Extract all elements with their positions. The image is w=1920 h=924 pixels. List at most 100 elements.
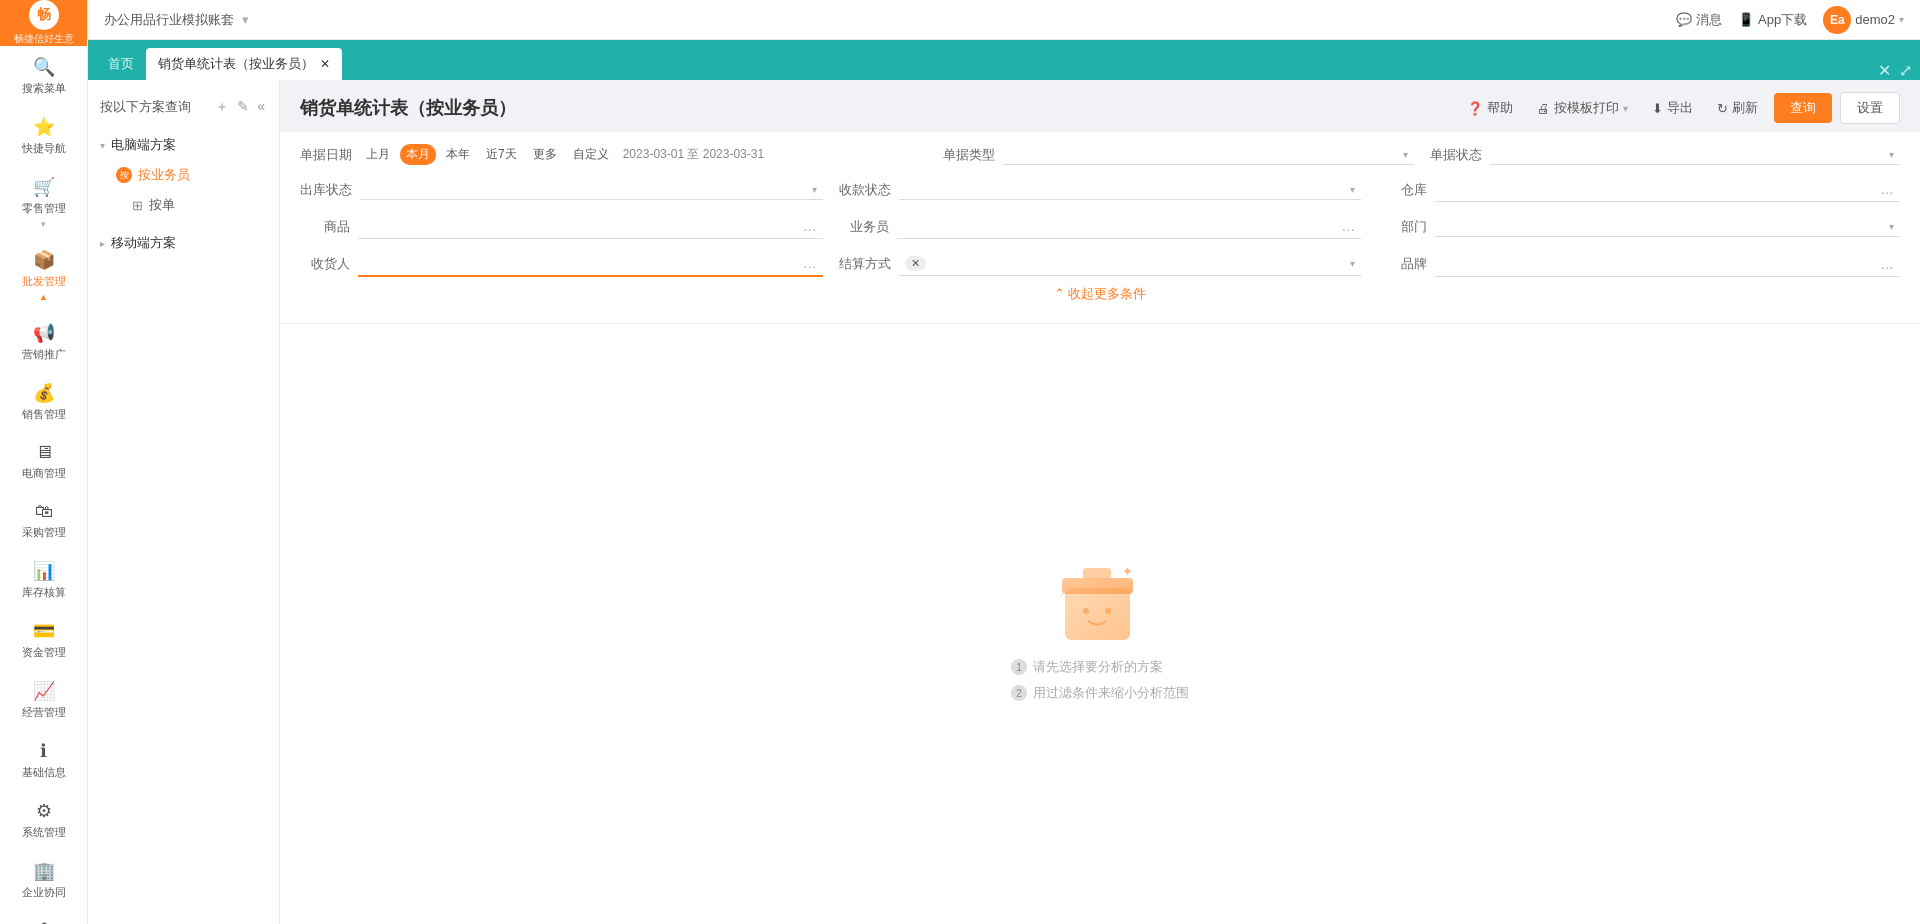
filter-row-3: 商品 … 业务员 … 部门 <box>300 214 1900 239</box>
app-download-button[interactable]: 📱 App下载 <box>1738 11 1807 29</box>
doc-status-select[interactable]: ▾ <box>1490 145 1900 165</box>
sidebar-item-ecommerce[interactable]: 🖥 电商管理 <box>0 432 88 491</box>
empty-hints: 1 请先选择要分析的方案 2 用过滤条件来缩小分析范围 <box>1011 658 1189 702</box>
filter-doc-status: 单据状态 ▾ <box>1430 145 1900 165</box>
sales-icon: 💰 <box>33 382 55 404</box>
query-button[interactable]: 查询 <box>1774 93 1832 123</box>
print-icon: 🖨 <box>1537 101 1550 116</box>
collapse-filters-button[interactable]: ⌃ 收起更多条件 <box>300 277 1900 311</box>
tab-close-icon[interactable]: ✕ <box>320 57 330 71</box>
user-profile[interactable]: Ea demo2 ▾ <box>1823 6 1904 34</box>
left-panel: 按以下方案查询 ＋ ✎ « ▾ 电脑端方案 按 按业务员 <box>88 80 280 924</box>
warehouse-select[interactable]: … <box>1435 177 1900 202</box>
date-tab-custom[interactable]: 自定义 <box>567 144 615 165</box>
salesperson-dots-icon[interactable]: … <box>1341 218 1355 234</box>
template-print-button[interactable]: 🖨 按模板打印 ▾ <box>1529 95 1636 121</box>
date-tab-more[interactable]: 更多 <box>527 144 563 165</box>
sidebar-item-sales[interactable]: 💰 销售管理 <box>0 372 88 432</box>
date-tab-last-month[interactable]: 上月 <box>360 144 396 165</box>
warehouse-dots-icon[interactable]: … <box>1880 181 1894 197</box>
home-tab-label: 首页 <box>108 55 134 73</box>
tree-node-pc-plans[interactable]: ▾ 电脑端方案 <box>88 130 279 160</box>
sidebar-item-newbie[interactable]: 🎓 新手引导 <box>0 910 88 924</box>
payment-select[interactable]: ✕ ▾ <box>899 252 1362 276</box>
doc-type-select[interactable]: ▾ <box>1003 145 1413 165</box>
sidebar-item-operation[interactable]: 📈 经营管理 <box>0 670 88 730</box>
date-tab-this-month[interactable]: 本月 <box>400 144 436 165</box>
payment-dropdown-icon: ▾ <box>1350 258 1355 269</box>
tree-section-mobile: ▸ 移动端方案 <box>88 224 279 262</box>
sidebar-item-marketing[interactable]: 📢 营销推广 <box>0 312 88 372</box>
sidebar-item-label: 快捷导航 <box>22 141 66 156</box>
sidebar-item-label: 销售管理 <box>22 407 66 422</box>
close-tab-action[interactable]: ✕ <box>1878 61 1891 80</box>
sidebar-item-wholesale[interactable]: 📦 批发管理 ▲ <box>0 239 88 312</box>
salesperson-select[interactable]: … <box>897 214 1362 239</box>
left-panel-header: 按以下方案查询 ＋ ✎ « <box>88 88 279 126</box>
out-status-dropdown-icon: ▾ <box>812 184 817 195</box>
svg-rect-2 <box>1083 568 1111 580</box>
sidebar-item-purchase[interactable]: 🛍 采购管理 <box>0 491 88 550</box>
payment-clear-icon[interactable]: ✕ <box>905 256 926 271</box>
tree-node-by-order[interactable]: ⊞ 按单 <box>88 190 279 220</box>
date-tabs: 上月 本月 本年 近7天 更多 自定义 2023-03-01 至 2023-03… <box>360 144 764 165</box>
sidebar-item-inventory[interactable]: 📊 库存核算 <box>0 550 88 610</box>
sidebar-item-search[interactable]: 🔍 搜索菜单 <box>0 46 88 106</box>
expand-arrow-icon: ▲ <box>39 292 48 302</box>
sidebar-item-retail[interactable]: 🛒 零售管理 ▾ <box>0 166 88 239</box>
goods-dots-icon[interactable]: … <box>803 218 817 234</box>
refresh-button[interactable]: ↻ 刷新 <box>1709 95 1766 121</box>
svg-point-5 <box>1083 608 1089 614</box>
dropdown-icon[interactable]: ▾ <box>242 12 249 27</box>
tab-home[interactable]: 首页 <box>96 48 146 80</box>
export-button[interactable]: ⬇ 导出 <box>1644 95 1701 121</box>
dept-dropdown-icon: ▾ <box>1889 221 1894 232</box>
collect-status-select[interactable]: ▾ <box>899 180 1362 200</box>
left-panel-actions: ＋ ✎ « <box>213 96 267 118</box>
filter-doc-type: 单据类型 ▾ <box>943 145 1413 165</box>
sidebar-item-quick-nav[interactable]: ⭐ 快捷导航 <box>0 106 88 166</box>
brand-dots-icon[interactable]: … <box>1880 256 1894 272</box>
sidebar-item-label: 系统管理 <box>22 825 66 840</box>
page-title: 销货单统计表（按业务员） <box>300 96 516 120</box>
step-1-num: 1 <box>1011 659 1027 675</box>
sidebar-item-system[interactable]: ⚙ 系统管理 <box>0 790 88 850</box>
salesperson-label: 业务员 <box>839 218 889 236</box>
doc-type-label: 单据类型 <box>943 146 995 164</box>
date-tab-this-year[interactable]: 本年 <box>440 144 476 165</box>
tree-node-by-salesperson[interactable]: 按 按业务员 <box>88 160 279 190</box>
tree-section-pc: ▾ 电脑端方案 按 按业务员 ⊞ 按单 <box>88 126 279 224</box>
dept-select[interactable]: ▾ <box>1435 217 1900 237</box>
left-panel-title: 按以下方案查询 <box>100 98 191 116</box>
logo-icon: 畅 <box>29 0 59 30</box>
inventory-icon: 📊 <box>33 560 55 582</box>
date-tab-7days[interactable]: 近7天 <box>480 144 523 165</box>
out-status-select[interactable]: ▾ <box>360 180 823 200</box>
settings-button[interactable]: 设置 <box>1840 92 1900 124</box>
sidebar-item-company[interactable]: 🏢 企业协同 <box>0 850 88 910</box>
sidebar-item-finance[interactable]: 💳 资金管理 <box>0 610 88 670</box>
consignee-input[interactable]: … <box>358 251 823 277</box>
filter-out-status: 出库状态 ▾ <box>300 180 823 200</box>
filter-row-2: 出库状态 ▾ 收款状态 ▾ 仓库 <box>300 177 1900 202</box>
sales-stats-tab-label: 销货单统计表（按业务员） <box>158 55 314 73</box>
sidebar-item-basic[interactable]: ℹ 基础信息 <box>0 730 88 790</box>
message-button[interactable]: 💬 消息 <box>1676 11 1722 29</box>
avatar: Ea <box>1823 6 1851 34</box>
edit-plan-button[interactable]: ✎ <box>235 96 251 118</box>
brand-select[interactable]: … <box>1435 252 1900 277</box>
help-button[interactable]: ❓ 帮助 <box>1459 95 1521 121</box>
empty-hint-2-text: 用过滤条件来缩小分析范围 <box>1033 684 1189 702</box>
message-icon: 💬 <box>1676 12 1692 27</box>
tree-node-mobile-plans[interactable]: ▸ 移动端方案 <box>88 228 279 258</box>
basic-icon: ℹ <box>40 740 47 762</box>
tab-sales-stats[interactable]: 销货单统计表（按业务员） ✕ <box>146 48 342 80</box>
collapse-panel-button[interactable]: « <box>255 96 267 118</box>
svg-point-6 <box>1105 608 1111 614</box>
doc-status-dropdown-icon: ▾ <box>1889 149 1894 160</box>
consignee-dots-icon[interactable]: … <box>803 255 817 271</box>
add-plan-button[interactable]: ＋ <box>213 96 231 118</box>
dept-label: 部门 <box>1377 218 1427 236</box>
expand-tab-action[interactable]: ⤢ <box>1899 61 1912 80</box>
goods-select[interactable]: … <box>358 214 823 239</box>
